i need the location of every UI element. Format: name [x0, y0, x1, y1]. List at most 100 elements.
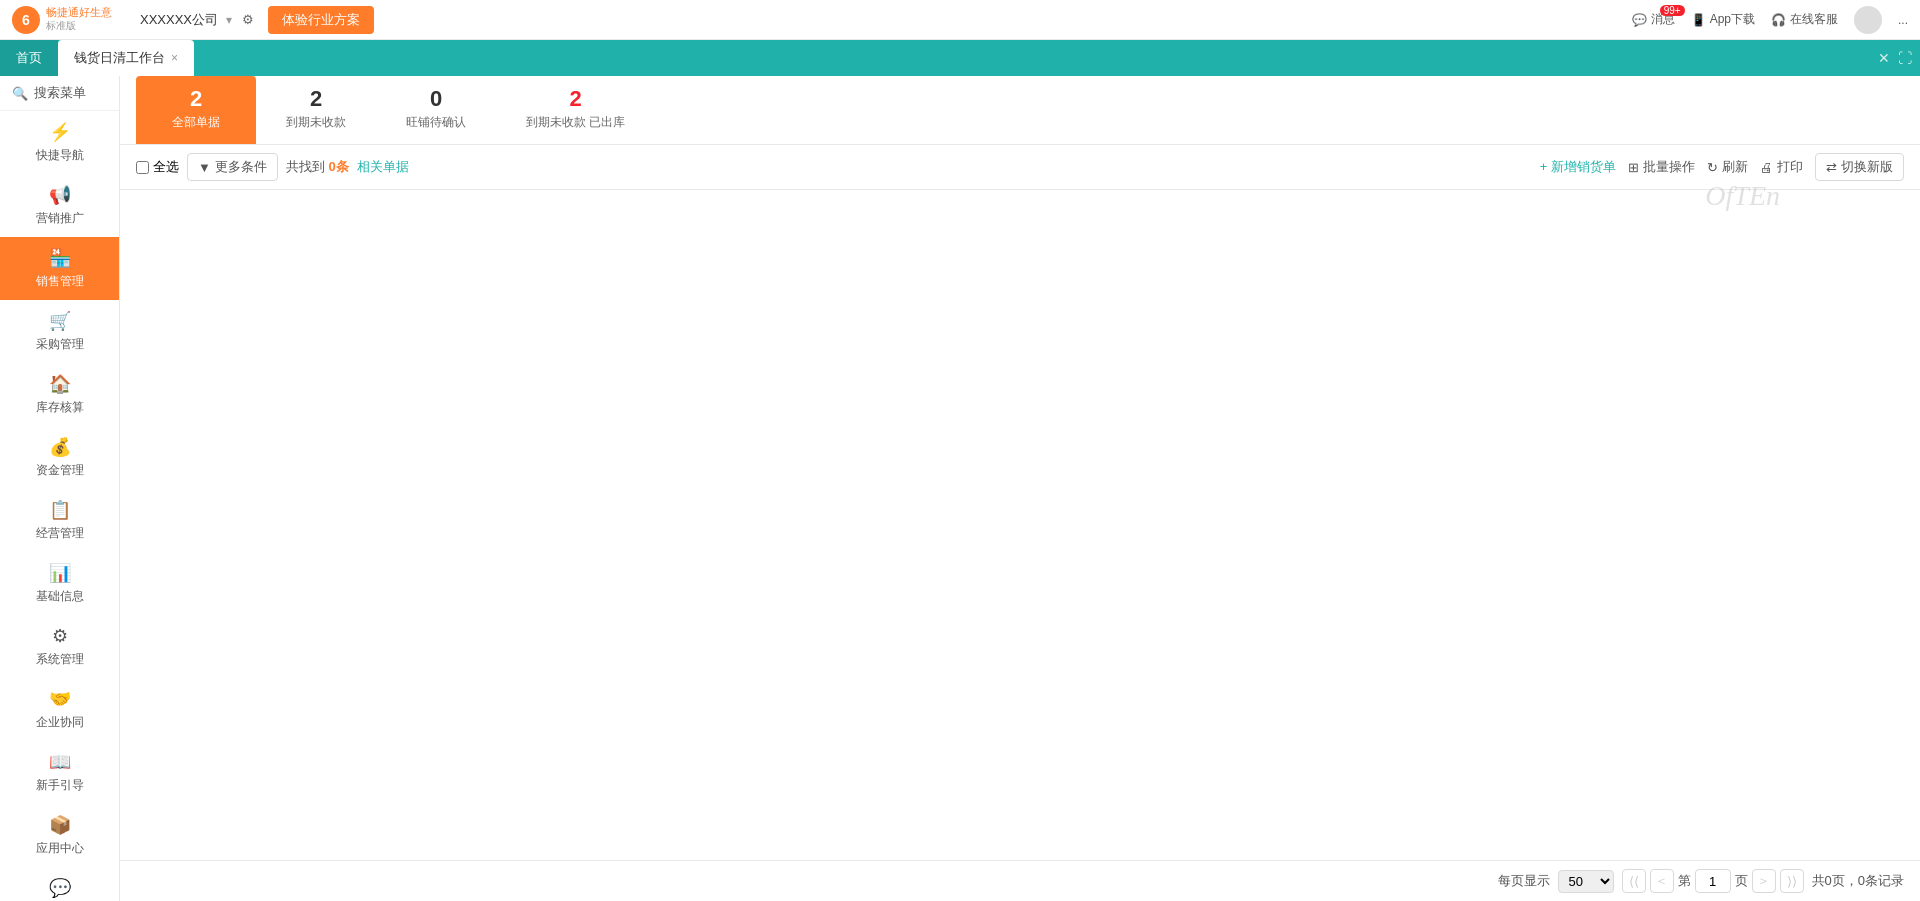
sidebar-item-system[interactable]: ⚙ 系统管理	[0, 615, 119, 678]
first-page-button[interactable]: ⟨⟨	[1622, 869, 1646, 893]
inventory-icon: 🏠	[49, 373, 71, 395]
online-service-label: 在线客服	[1790, 11, 1838, 28]
sidebar-item-basics[interactable]: 📊 基础信息	[0, 552, 119, 615]
next-page-button[interactable]: ＞	[1752, 869, 1776, 893]
sidebar-item-enterprise[interactable]: 🤝 企业协同	[0, 678, 119, 741]
switch-version-button[interactable]: ⇄ 切换新版	[1815, 153, 1904, 181]
batch-icon: ⊞	[1628, 160, 1639, 175]
finance-icon: 💰	[49, 436, 71, 458]
appcenter-icon: 📦	[49, 814, 71, 836]
print-button[interactable]: 🖨 打印	[1760, 158, 1803, 176]
sidebar-item-label: 快捷导航	[36, 147, 84, 164]
refresh-label: 刷新	[1722, 158, 1748, 176]
service-icon: 🎧	[1771, 13, 1786, 27]
pagination: 每页显示 10 20 50 100 ⟨⟨ ＜ 第 页 ＞ ⟩⟩ 共0页，0条记录	[120, 860, 1920, 901]
filter-label: 更多条件	[215, 158, 267, 176]
found-prefix: 共找到	[286, 159, 325, 174]
stat-tab-overdue[interactable]: 2 到期未收款	[256, 76, 376, 144]
sidebar-item-inventory[interactable]: 🏠 库存核算	[0, 363, 119, 426]
trial-button[interactable]: 体验行业方案	[268, 6, 374, 34]
tab-home[interactable]: 首页	[0, 40, 58, 76]
switch-icon: ⇄	[1826, 160, 1837, 175]
page-nav: ⟨⟨ ＜ 第 页 ＞ ⟩⟩	[1622, 869, 1804, 893]
enterprise-icon: 🤝	[49, 688, 71, 710]
avatar-name: ...	[1898, 13, 1908, 27]
related-link[interactable]: 相关单据	[357, 158, 409, 176]
stat-tab-wangpu[interactable]: 0 旺铺待确认	[376, 76, 496, 144]
avatar[interactable]	[1854, 6, 1882, 34]
stat-label-all: 全部单据	[172, 114, 220, 131]
page-size-select[interactable]: 10 20 50 100	[1558, 870, 1614, 893]
sidebar-item-label: 企业协同	[36, 714, 84, 731]
stat-tab-all[interactable]: 2 全部单据	[136, 76, 256, 144]
select-all-input[interactable]	[136, 161, 149, 174]
app-download-action[interactable]: 📱 App下载	[1691, 11, 1755, 28]
newbie-icon: 📖	[49, 751, 71, 773]
sidebar-item-label: 应用中心	[36, 840, 84, 857]
search-menu-item[interactable]: 🔍 搜索菜单	[0, 76, 119, 111]
company-name: XXXXXX公司	[140, 11, 218, 29]
message-badge: 99+	[1660, 5, 1685, 16]
message-action[interactable]: 💬 消息 99+	[1632, 11, 1675, 28]
main-layout: 🔍 搜索菜单 ⚡ 快捷导航 📢 营销推广 🏪 销售管理 🛒 采购管理 🏠 库存核…	[0, 76, 1920, 901]
maximize-icon[interactable]: ⛶	[1898, 50, 1912, 66]
stat-tab-overdue-shipped[interactable]: 2 到期未收款 已出库	[496, 76, 655, 144]
stat-number-overdue: 2	[310, 86, 322, 112]
select-all-checkbox[interactable]: 全选	[136, 158, 179, 176]
app-download-label: App下载	[1710, 11, 1755, 28]
logo-area: 6 畅捷通好生意 标准版	[12, 6, 132, 34]
tab-home-label: 首页	[16, 49, 42, 67]
sidebar-item-label: 系统管理	[36, 651, 84, 668]
online-service-action[interactable]: 🎧 在线客服	[1771, 11, 1838, 28]
sidebar-item-shortcut[interactable]: ⚡ 快捷导航	[0, 111, 119, 174]
sidebar-item-label: 新手引导	[36, 777, 84, 794]
settings-icon[interactable]: ⚙	[236, 8, 260, 32]
header-right: 💬 消息 99+ 📱 App下载 🎧 在线客服 ...	[1632, 6, 1908, 34]
page-input[interactable]	[1695, 869, 1731, 893]
logo-icon: 6	[12, 6, 40, 34]
tab-workbench-label: 钱货日清工作台	[74, 49, 165, 67]
company-selector[interactable]: XXXXXX公司 ▾	[140, 11, 232, 29]
table-area	[120, 190, 1920, 860]
sidebar-item-newbie[interactable]: 📖 新手引导	[0, 741, 119, 804]
switch-label: 切换新版	[1841, 158, 1893, 176]
filter-button[interactable]: ▼ 更多条件	[187, 153, 278, 181]
stat-number-all: 2	[190, 86, 202, 112]
total-label: 共0页，0条记录	[1812, 872, 1904, 890]
sidebar-item-label: 库存核算	[36, 399, 84, 416]
sidebar-item-sales[interactable]: 🏪 销售管理	[0, 237, 119, 300]
sidebar-item-appcenter[interactable]: 📦 应用中心	[0, 804, 119, 867]
batch-operation-button[interactable]: ⊞ 批量操作	[1628, 158, 1695, 176]
toolbar: 全选 ▼ 更多条件 共找到 0条 相关单据 + 新增销货单 ⊞ 批量操作	[120, 145, 1920, 190]
batch-label: 批量操作	[1643, 158, 1695, 176]
last-page-button[interactable]: ⟩⟩	[1780, 869, 1804, 893]
prev-page-button[interactable]: ＜	[1650, 869, 1674, 893]
tab-bar: 首页 钱货日清工作台 × ✕ ⛶	[0, 40, 1920, 76]
stat-number-wangpu: 0	[430, 86, 442, 112]
print-icon: 🖨	[1760, 160, 1773, 175]
search-menu-label: 搜索菜单	[34, 84, 86, 102]
refresh-button[interactable]: ↻ 刷新	[1707, 158, 1748, 176]
sidebar-item-label: 采购管理	[36, 336, 84, 353]
add-sales-order-button[interactable]: + 新增销货单	[1540, 158, 1616, 176]
marketing-icon: 📢	[49, 184, 71, 206]
sidebar-item-purchase[interactable]: 🛒 采购管理	[0, 300, 119, 363]
tab-workbench[interactable]: 钱货日清工作台 ×	[58, 40, 194, 76]
tab-close-icon[interactable]: ×	[171, 51, 178, 65]
sidebar-item-label: 经营管理	[36, 525, 84, 542]
select-all-label: 全选	[153, 158, 179, 176]
page-suffix: 页	[1735, 872, 1748, 890]
logo-text: 畅捷通好生意	[46, 6, 112, 19]
close-all-icon[interactable]: ✕	[1878, 50, 1890, 66]
sidebar-item-finance[interactable]: 💰 资金管理	[0, 426, 119, 489]
shortcut-icon: ⚡	[49, 121, 71, 143]
wechat-icon: 💬	[49, 877, 71, 899]
sidebar-item-marketing[interactable]: 📢 营销推广	[0, 174, 119, 237]
search-icon: 🔍	[12, 86, 28, 101]
sidebar-item-operations[interactable]: 📋 经营管理	[0, 489, 119, 552]
sidebar-item-wechat[interactable]: 💬 企业微信	[0, 867, 119, 901]
refresh-icon: ↻	[1707, 160, 1718, 175]
system-icon: ⚙	[52, 625, 68, 647]
sidebar-item-label: 销售管理	[36, 273, 84, 290]
toolbar-right: + 新增销货单 ⊞ 批量操作 ↻ 刷新 🖨 打印 ⇄ 切换新版	[1540, 153, 1904, 181]
